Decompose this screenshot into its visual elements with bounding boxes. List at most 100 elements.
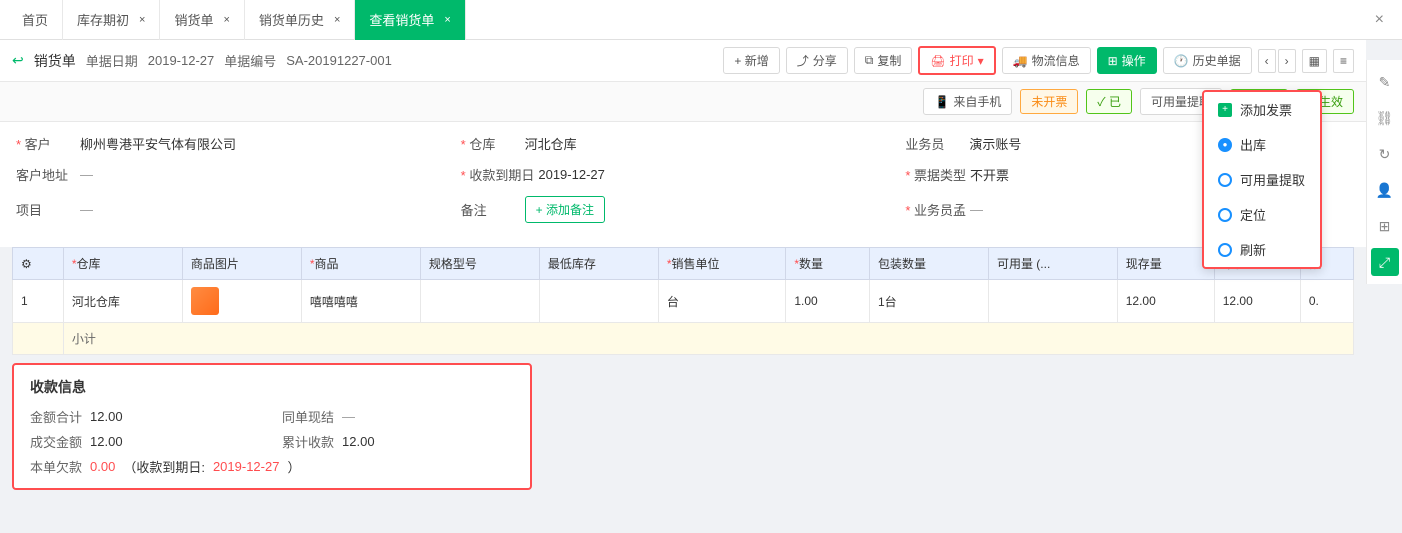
tab-history-close[interactable]: × <box>334 14 340 26</box>
add-invoice-icon: + <box>1218 103 1232 117</box>
locate-icon <box>1218 208 1232 222</box>
note-field: 备注 + 添加备注 <box>461 196 906 223</box>
doc-number-label: 单据编号 <box>224 51 276 70</box>
sidebar-grid-icon[interactable]: ⊞ <box>1371 212 1399 240</box>
cell-amount: 0. <box>1300 280 1353 323</box>
warehouse-label: 仓库 <box>461 134 521 153</box>
col-settings[interactable]: ⚙ <box>13 248 64 280</box>
subtotal-label <box>13 323 64 355</box>
balance-value: 0.00 <box>90 459 115 474</box>
dropdown-refresh[interactable]: 刷新 <box>1204 232 1320 267</box>
due-date-field: 收款到期日 2019-12-27 <box>461 165 906 184</box>
project-label: 项目 <box>16 200 76 219</box>
tab-home-label: 首页 <box>22 10 48 29</box>
next-button[interactable]: › <box>1278 49 1296 73</box>
col-min-stock: 最低库存 <box>539 248 658 280</box>
cell-product: 嘻嘻嘻嘻 <box>301 280 420 323</box>
cell-no: 1 <box>13 280 64 323</box>
sidebar-user-icon[interactable]: 👤 <box>1371 176 1399 204</box>
due-date-label: 收款到期日 <box>461 165 535 184</box>
print-button[interactable]: 🖨 打印 ▾ <box>918 46 995 75</box>
view-card-button[interactable]: ▦ <box>1302 49 1327 73</box>
sidebar-refresh-icon[interactable]: ↻ <box>1371 140 1399 168</box>
share-button[interactable]: ⤴ 分享 <box>786 47 848 74</box>
cell-pack-qty: 1台 <box>869 280 988 323</box>
print-dropdown-arrow[interactable]: ▾ <box>978 54 984 68</box>
col-quantity: *数量 <box>786 248 870 280</box>
new-button[interactable]: + 新增 <box>723 47 779 74</box>
tab-view-close[interactable]: × <box>444 14 450 26</box>
customer-value: 柳州粤港平安气体有限公司 <box>80 134 236 153</box>
customer-field: 客户 柳州粤港平安气体有限公司 <box>16 134 461 153</box>
sidebar-expand-icon[interactable]: ⤢ <box>1371 248 1399 276</box>
sidebar-link-icon[interactable]: ⛓ <box>1371 104 1399 132</box>
payment-title: 收款信息 <box>30 377 514 397</box>
col-pack-qty: 包装数量 <box>869 248 988 280</box>
dropdown-available-qty[interactable]: 可用量提取 <box>1204 162 1320 197</box>
tab-sales-order[interactable]: 销货单 × <box>160 0 244 40</box>
tab-sales-close[interactable]: × <box>223 14 229 26</box>
tab-home[interactable]: 首页 <box>8 0 63 40</box>
prev-button[interactable]: ‹ <box>1258 49 1276 73</box>
warehouse-value: 河北仓库 <box>525 134 577 153</box>
invoice-label: 票据类型 <box>905 165 966 184</box>
form-row-3: 项目 — 备注 + 添加备注 业务员孟 — <box>16 196 1350 223</box>
doc-title: 销货单 <box>34 51 76 71</box>
same-order-value: — <box>342 409 355 424</box>
operations-button[interactable]: ⊞ 操作 <box>1097 47 1157 74</box>
cumulative-row: 累计收款 12.00 <box>282 432 514 451</box>
cumulative-label: 累计收款 <box>282 432 334 451</box>
same-order-label: 同单现结 <box>282 407 334 426</box>
outbound-icon: ● <box>1218 138 1232 152</box>
col-image: 商品图片 <box>182 248 301 280</box>
nav-arrows: ‹ › <box>1258 49 1296 73</box>
view-list-button[interactable]: ≡ <box>1333 49 1354 73</box>
total-label: 金额合计 <box>30 407 82 426</box>
tab-inventory-close[interactable]: × <box>139 14 145 26</box>
sales-staff-value: — <box>970 202 983 217</box>
sales-staff-label: 业务员孟 <box>905 200 966 219</box>
history-button[interactable]: 🕐 历史单据 <box>1163 47 1252 74</box>
note-label: 备注 <box>461 200 521 219</box>
refresh-icon <box>1218 243 1232 257</box>
invoice-value: 不开票 <box>970 165 1009 184</box>
add-note-button[interactable]: + 添加备注 <box>525 196 605 223</box>
check-badge: ✓ 已 <box>1086 89 1132 114</box>
outbound-label: 出库 <box>1240 135 1266 154</box>
refresh-label: 刷新 <box>1240 240 1266 259</box>
address-field: 客户地址 — <box>16 165 461 184</box>
history-icon: 🕐 <box>1174 54 1189 68</box>
not-open-badge: 未开票 <box>1020 89 1078 114</box>
copy-button[interactable]: ⧉ 复制 <box>854 47 913 74</box>
balance-end: ） <box>287 457 300 476</box>
transaction-value: 12.00 <box>90 434 123 449</box>
subtotal-col-1: 小计 <box>63 323 1353 355</box>
transaction-row: 成交金额 12.00 <box>30 432 262 451</box>
staff-label: 业务员 <box>905 134 965 153</box>
logistics-button[interactable]: 🚚 物流信息 <box>1002 47 1091 74</box>
tab-history-label: 销货单历史 <box>259 10 324 29</box>
product-table: ⚙ *仓库 商品图片 *商品 规格型号 最低库存 *销售单位 *数量 包装数量 … <box>12 247 1354 355</box>
dropdown-outbound[interactable]: ● 出库 <box>1204 127 1320 162</box>
dropdown-locate[interactable]: 定位 <box>1204 197 1320 232</box>
sidebar-edit-icon[interactable]: ✎ <box>1371 68 1399 96</box>
dropdown-add-invoice[interactable]: + 添加发票 <box>1204 92 1320 127</box>
tab-view-sales[interactable]: 查看销货单 × <box>355 0 465 40</box>
col-product: *商品 <box>301 248 420 280</box>
window-close-button[interactable]: × <box>1365 11 1394 29</box>
col-spec: 规格型号 <box>420 248 539 280</box>
sub-toolbar: 📱 来自手机 未开票 ✓ 已 可用量提取 已核销 已生效 <box>0 82 1366 122</box>
doc-date-value: 2019-12-27 <box>148 53 215 68</box>
tab-bar: 首页 库存期初 × 销货单 × 销货单历史 × 查看销货单 × × <box>0 0 1402 40</box>
cell-warehouse: 河北仓库 <box>63 280 182 323</box>
balance-note: （收款到期日: <box>123 457 205 476</box>
address-value: — <box>80 167 93 182</box>
tab-sales-history[interactable]: 销货单历史 × <box>245 0 355 40</box>
tab-inventory-start[interactable]: 库存期初 × <box>63 0 160 40</box>
from-phone-button[interactable]: 📱 来自手机 <box>923 88 1012 115</box>
cell-spec <box>420 280 539 323</box>
main-toolbar: ↩ 销货单 单据日期 2019-12-27 单据编号 SA-20191227-0… <box>0 40 1366 82</box>
table-row: 1 河北仓库 嘻嘻嘻嘻 台 1.00 1台 12.00 12.00 <box>13 280 1354 323</box>
doc-date-label: 单据日期 <box>86 51 138 70</box>
project-field: 项目 — <box>16 200 461 219</box>
